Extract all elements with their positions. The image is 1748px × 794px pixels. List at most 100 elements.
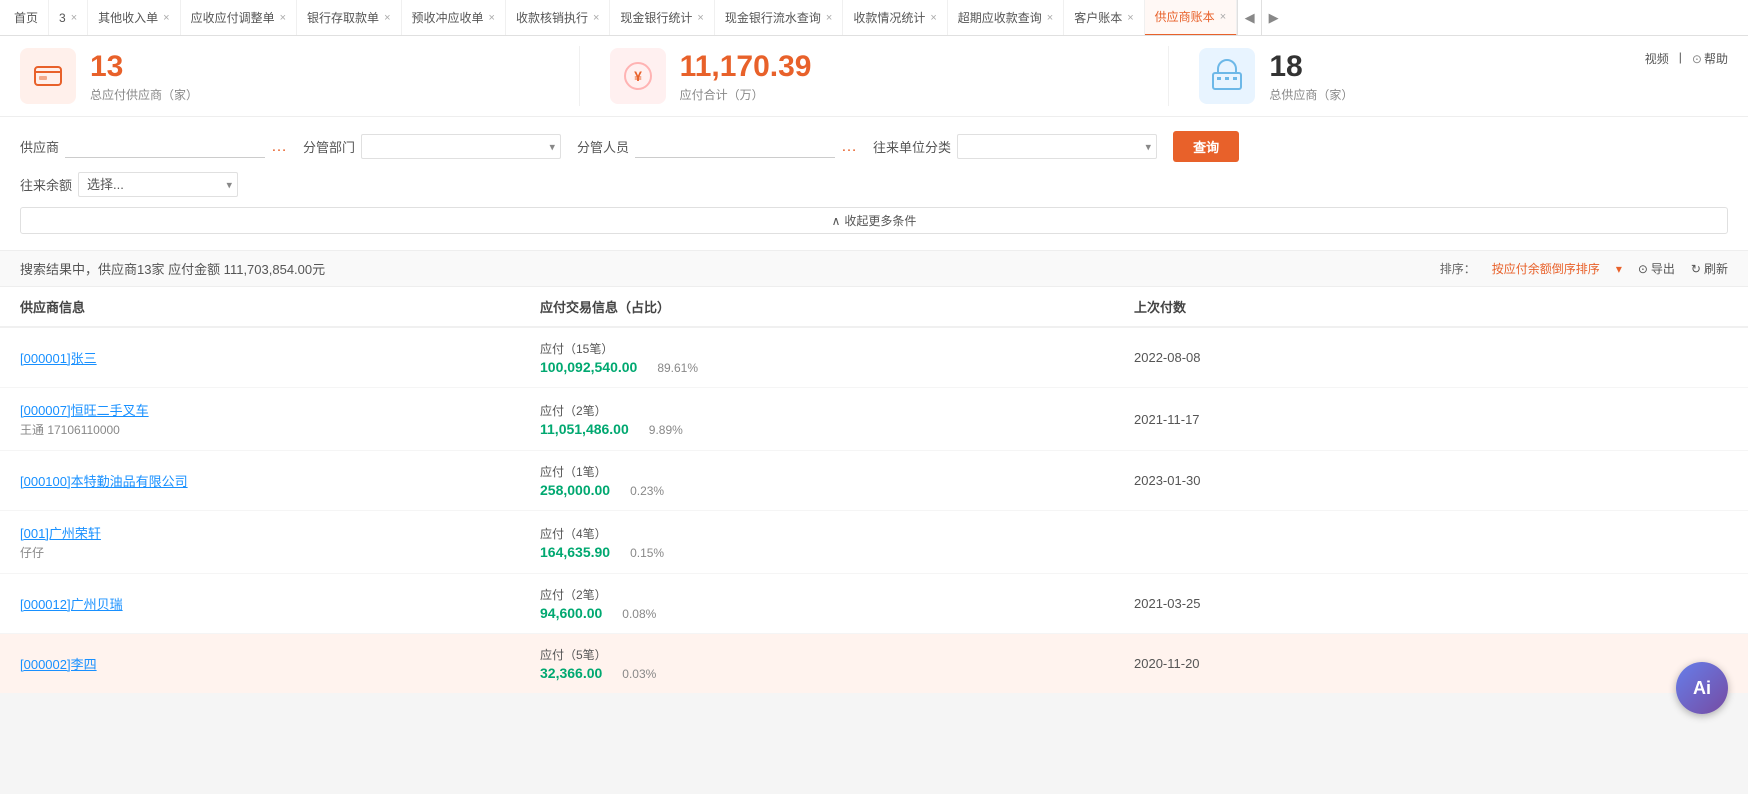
balance-select[interactable]: 选择...: [78, 172, 238, 197]
nav-tab-other-income-label: 其他收入单: [98, 9, 158, 26]
stat-divider-1: [579, 46, 580, 106]
nav-tab-cash-flow[interactable]: 现金银行流水查询 ×: [715, 0, 843, 36]
refresh-button[interactable]: ↻ 刷新: [1691, 260, 1728, 277]
stat-divider-2: [1168, 46, 1169, 106]
filter-row-1: 供应商 … 分管部门 分管人员 … 往来单位分类 查询: [20, 131, 1728, 162]
close-icon[interactable]: ×: [163, 12, 169, 24]
close-icon[interactable]: ×: [593, 12, 599, 24]
close-icon[interactable]: ×: [280, 12, 286, 24]
close-icon[interactable]: ×: [1047, 12, 1053, 24]
trans-row: 164,635.90 0.15%: [540, 542, 1134, 560]
supplier-label: 供应商: [20, 137, 59, 156]
supplier-info-cell: [000100]本特勤油品有限公司: [20, 471, 540, 490]
trans-amount[interactable]: 32,366.00: [540, 665, 602, 681]
last-pay-cell: 2023-01-30: [1134, 473, 1728, 488]
dept-select[interactable]: [361, 134, 561, 159]
nav-tab-cash-flow-label: 现金银行流水查询: [725, 9, 821, 26]
supplier-ellipsis-icon[interactable]: …: [271, 138, 287, 156]
table-row: [001]广州荣轩 仔仔 应付（4笔） 164,635.90 0.15%: [0, 511, 1748, 574]
nav-tab-collect-stats[interactable]: 收款情况统计 ×: [843, 0, 947, 36]
trans-pct: 0.23%: [630, 484, 664, 498]
trans-pct: 89.61%: [657, 361, 698, 375]
nav-tab-bank[interactable]: 银行存取款单 ×: [297, 0, 401, 36]
nav-tab-home[interactable]: 首页: [4, 0, 49, 36]
trans-amount[interactable]: 100,092,540.00: [540, 359, 637, 375]
supplier-input[interactable]: [65, 136, 265, 158]
close-icon[interactable]: ×: [71, 12, 77, 24]
close-icon[interactable]: ×: [826, 12, 832, 24]
filter-supplier: 供应商 …: [20, 136, 287, 158]
table-row: [000002]李四 应付（5笔） 32,366.00 0.03% 2020-1…: [0, 634, 1748, 694]
sort-label: 排序：: [1440, 260, 1476, 277]
export-button[interactable]: ⊙ 导出: [1638, 260, 1675, 277]
close-icon[interactable]: ×: [1220, 11, 1226, 23]
search-button[interactable]: 查询: [1173, 131, 1239, 162]
supplier-link[interactable]: [000007]恒旺二手叉车: [20, 400, 540, 419]
close-icon[interactable]: ×: [930, 12, 936, 24]
trans-label: 应付（4笔）: [540, 525, 1134, 542]
supplier-info-cell: [000002]李四: [20, 654, 540, 673]
sort-select[interactable]: 按应付余额倒序排序: [1492, 260, 1600, 277]
nav-tab-adjust[interactable]: 应收应付调整单 ×: [181, 0, 297, 36]
trans-pct: 0.03%: [622, 667, 656, 681]
supplier-link[interactable]: [000012]广州贝瑞: [20, 594, 540, 613]
nav-tab-3[interactable]: 3 ×: [49, 0, 88, 36]
person-ellipsis-icon[interactable]: …: [841, 138, 857, 156]
chevron-down-icon: ▾: [1616, 262, 1622, 276]
supplier-link[interactable]: [001]广州荣轩: [20, 523, 540, 542]
supplier-link[interactable]: [000002]李四: [20, 654, 540, 673]
help-link[interactable]: ⊙帮助: [1692, 50, 1728, 67]
stat-num-3: 18: [1269, 50, 1353, 84]
table-row: [000001]张三 应付（15笔） 100,092,540.00 89.61%…: [0, 328, 1748, 388]
supplier-link[interactable]: [000001]张三: [20, 348, 540, 367]
nav-tab-3-label: 3: [59, 11, 66, 25]
stat-text-1: 13 总应付供应商（家）: [90, 50, 198, 103]
collapse-button[interactable]: ∧ 收起更多条件: [20, 207, 1728, 234]
trans-amount[interactable]: 11,051,486.00: [540, 421, 629, 437]
nav-tab-overdue-label: 超期应收款查询: [958, 9, 1042, 26]
supplier-sub: 王通 17106110000: [20, 421, 540, 438]
trans-row: 258,000.00 0.23%: [540, 480, 1134, 498]
nav-prev-arrow[interactable]: ◀: [1237, 0, 1261, 36]
close-icon[interactable]: ×: [384, 12, 390, 24]
export-icon: ⊙: [1638, 262, 1648, 276]
supplier-link[interactable]: [000100]本特勤油品有限公司: [20, 471, 540, 490]
stat-num-2: 11,170.39: [680, 50, 812, 84]
person-label: 分管人员: [577, 137, 629, 156]
result-bar: 搜索结果中，供应商13家 应付金额 111,703,854.00元 排序： 按应…: [0, 251, 1748, 287]
nav-tab-cash-stats[interactable]: 现金银行统计 ×: [610, 0, 714, 36]
ai-assistant-button[interactable]: Ai: [1676, 662, 1728, 714]
balance-select-wrap: 选择...: [78, 172, 238, 197]
trans-info-cell: 应付（5笔） 32,366.00 0.03%: [540, 646, 1134, 681]
stat-block-2: ¥ 11,170.39 应付合计（万）: [610, 48, 1139, 104]
last-pay-cell: 2021-11-17: [1134, 412, 1728, 427]
dept-select-wrap: [361, 134, 561, 159]
nav-tab-prepay[interactable]: 预收冲应收单 ×: [402, 0, 506, 36]
total-supplier-icon: [1199, 48, 1255, 104]
help-video-link[interactable]: 视频: [1645, 50, 1669, 67]
trans-amount[interactable]: 258,000.00: [540, 482, 610, 498]
nav-next-arrow[interactable]: ▶: [1261, 0, 1285, 36]
stat-label-3: 总供应商（家）: [1269, 86, 1353, 103]
dept-label: 分管部门: [303, 137, 355, 156]
close-icon[interactable]: ×: [697, 12, 703, 24]
stats-bar: 13 总应付供应商（家） ¥ 11,170.39 应付合计（万） 18 总供应商…: [0, 36, 1748, 117]
trans-amount[interactable]: 164,635.90: [540, 544, 610, 560]
person-input[interactable]: [635, 136, 835, 158]
nav-tab-supplier-account[interactable]: 供应商账本 ×: [1145, 0, 1237, 36]
result-info: 搜索结果中，供应商13家 应付金额 111,703,854.00元: [20, 259, 325, 278]
nav-tab-receipt[interactable]: 收款核销执行 ×: [506, 0, 610, 36]
close-icon[interactable]: ×: [1127, 12, 1133, 24]
payable-total-icon: ¥: [610, 48, 666, 104]
nav-tab-home-label: 首页: [14, 9, 38, 26]
nav-tab-receipt-label: 收款核销执行: [516, 9, 588, 26]
nav-tab-customer-account[interactable]: 客户账本 ×: [1064, 0, 1144, 36]
trans-amount[interactable]: 94,600.00: [540, 605, 602, 621]
category-select[interactable]: [957, 134, 1157, 159]
trans-info-cell: 应付（2笔） 11,051,486.00 9.89%: [540, 402, 1134, 437]
close-icon[interactable]: ×: [489, 12, 495, 24]
result-actions: 排序： 按应付余额倒序排序 ▾ ⊙ 导出 ↻ 刷新: [1440, 260, 1728, 277]
nav-tab-other-income[interactable]: 其他收入单 ×: [88, 0, 180, 36]
nav-tab-collect-stats-label: 收款情况统计: [853, 9, 925, 26]
nav-tab-overdue[interactable]: 超期应收款查询 ×: [948, 0, 1064, 36]
